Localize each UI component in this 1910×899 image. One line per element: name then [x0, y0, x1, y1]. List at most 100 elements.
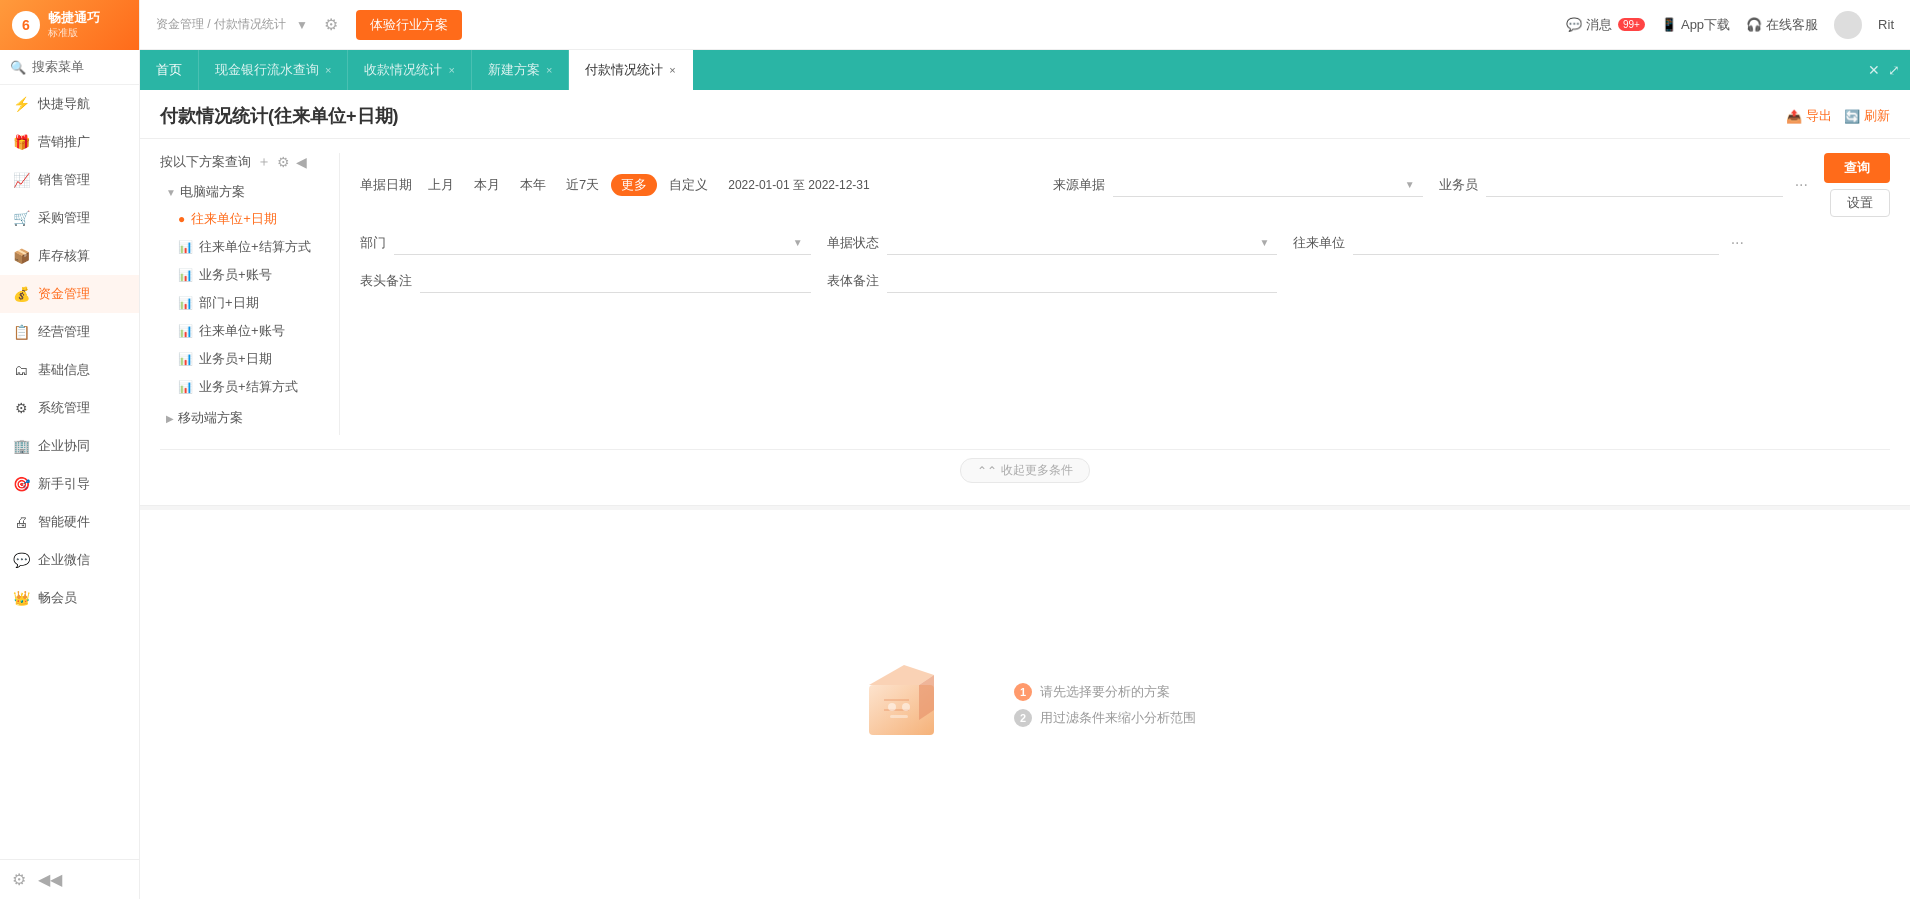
basic-info-icon: 🗂 [12, 361, 30, 379]
more-btn[interactable]: 更多 [611, 174, 657, 196]
sidebar-item-hardware[interactable]: 🖨 智能硬件 [0, 503, 139, 541]
capital-icon: 💰 [12, 285, 30, 303]
scheme-settings-icon[interactable]: ⚙ [277, 154, 290, 170]
export-btn[interactable]: 📤 导出 [1786, 107, 1832, 125]
service-icon: 🎧 [1746, 17, 1762, 32]
dept-select[interactable]: ▼ [394, 231, 811, 255]
salesman-dots[interactable]: ··· [1795, 176, 1808, 194]
app-download-btn[interactable]: 📱 App下载 [1661, 16, 1730, 34]
scheme-item-partner-account[interactable]: 📊 往来单位+账号 [170, 317, 329, 345]
online-service-btn[interactable]: 🎧 在线客服 [1746, 16, 1818, 34]
sidebar-item-purchase[interactable]: 🛒 采购管理 [0, 199, 139, 237]
doc-status-select[interactable]: ▼ [887, 231, 1278, 255]
collapse-sidebar-icon[interactable]: ◀◀ [38, 870, 62, 889]
sidebar-item-operations[interactable]: 📋 经营管理 [0, 313, 139, 351]
scheme-item-salesman-settle[interactable]: 📊 业务员+结算方式 [170, 373, 329, 401]
scheme-item-salesman-account[interactable]: 📊 业务员+账号 [170, 261, 329, 289]
tab-new-scheme-close[interactable]: × [546, 64, 552, 76]
purchase-icon: 🛒 [12, 209, 30, 227]
sidebar-bottom: ⚙ ◀◀ [0, 859, 139, 899]
this-month-btn[interactable]: 本月 [466, 174, 508, 196]
partner-input[interactable] [1353, 231, 1718, 255]
user-avatar[interactable] [1834, 11, 1862, 39]
export-icon: 📤 [1786, 109, 1802, 124]
this-year-btn[interactable]: 本年 [512, 174, 554, 196]
filter-settings-btn[interactable]: 设置 [1830, 189, 1890, 217]
svg-point-5 [888, 703, 896, 711]
system-icon: ⚙ [12, 399, 30, 417]
close-all-tabs-icon[interactable]: ✕ [1868, 62, 1880, 78]
sidebar-item-guide[interactable]: 🎯 新手引导 [0, 465, 139, 503]
sales-icon: 📈 [12, 171, 30, 189]
logo-icon: 6 [12, 11, 40, 39]
sidebar-item-marketing[interactable]: 🎁 营销推广 [0, 123, 139, 161]
empty-texts: 1 请先选择要分析的方案 2 用过滤条件来缩小分析范围 [1014, 683, 1196, 727]
scheme-item-dept-date[interactable]: 📊 部门+日期 [170, 289, 329, 317]
sidebar-item-system[interactable]: ⚙ 系统管理 [0, 389, 139, 427]
sidebar-item-enterprise[interactable]: 🏢 企业协同 [0, 427, 139, 465]
add-scheme-icon[interactable]: ＋ [257, 153, 271, 171]
scheme-chart-icon-6: 📊 [178, 380, 193, 394]
source-select[interactable]: ▼ [1113, 173, 1422, 197]
trial-btn[interactable]: 体验行业方案 [356, 10, 462, 40]
custom-btn[interactable]: 自定义 [661, 174, 716, 196]
sidebar-header: 6 畅捷通巧 标准版 [0, 0, 139, 50]
search-menu[interactable]: 🔍 搜索菜单 [0, 50, 139, 85]
tab-payment-stats[interactable]: 付款情况统计 × [569, 50, 692, 90]
sidebar-item-quick-nav[interactable]: ⚡ 快捷导航 [0, 85, 139, 123]
date-buttons: 上月 本月 本年 近7天 更多 自定义 [420, 174, 716, 196]
body-note-input[interactable] [887, 269, 1278, 293]
refresh-icon: 🔄 [1844, 109, 1860, 124]
logo-text: 畅捷通巧 标准版 [48, 10, 100, 40]
sidebar-item-wechat[interactable]: 💬 企业微信 [0, 541, 139, 579]
sidebar-item-basic-info[interactable]: 🗂 基础信息 [0, 351, 139, 389]
sidebar-item-inventory[interactable]: 📦 库存核算 [0, 237, 139, 275]
tab-new-scheme-label: 新建方案 [488, 61, 540, 79]
scheme-collapse-icon[interactable]: ◀ [296, 154, 307, 170]
page-content: 付款情况统计(往来单位+日期) 📤 导出 🔄 刷新 按以下方案查询 [140, 90, 1910, 899]
sidebar-item-capital[interactable]: 💰 资金管理 [0, 275, 139, 313]
scheme-item-partner-settle[interactable]: 📊 往来单位+结算方式 [170, 233, 329, 261]
tab-payment-stats-close[interactable]: × [669, 64, 675, 76]
settings-bottom-icon[interactable]: ⚙ [12, 870, 26, 889]
message-btn[interactable]: 💬 消息 99+ [1566, 16, 1645, 34]
scheme-active-icon: ● [178, 212, 185, 226]
sidebar-item-member[interactable]: 👑 畅会员 [0, 579, 139, 617]
partner-dots[interactable]: ··· [1731, 234, 1744, 252]
last-7-btn[interactable]: 近7天 [558, 174, 607, 196]
operations-icon: 📋 [12, 323, 30, 341]
desktop-arrow-icon: ▼ [166, 187, 176, 198]
collapse-bar[interactable]: ⌃⌃ 收起更多条件 [160, 449, 1890, 491]
source-label: 来源单据 [1053, 176, 1105, 194]
tab-receipt-stats-close[interactable]: × [448, 64, 454, 76]
user-name: Rit [1878, 17, 1894, 32]
scheme-item-partner-date[interactable]: ● 往来单位+日期 [170, 205, 329, 233]
filter-group-dept: 部门 ▼ [360, 231, 811, 255]
tab-bank-flow-close[interactable]: × [325, 64, 331, 76]
tabbar: 首页 现金银行流水查询 × 收款情况统计 × 新建方案 × 付款情况统计 × ✕… [140, 50, 1910, 90]
filter-group-salesman: 业务员 ··· [1439, 173, 1808, 197]
topbar-settings-icon[interactable]: ⚙ [324, 15, 338, 34]
collapse-btn[interactable]: ⌃⌃ 收起更多条件 [960, 458, 1090, 483]
scheme-group-mobile-label[interactable]: ▶ 移动端方案 [160, 405, 329, 431]
scheme-group-desktop-label[interactable]: ▼ 电脑端方案 [160, 179, 329, 205]
tab-home[interactable]: 首页 [140, 50, 199, 90]
salesman-input[interactable] [1486, 173, 1783, 197]
empty-hint-1: 1 请先选择要分析的方案 [1014, 683, 1170, 701]
header-note-label: 表头备注 [360, 272, 412, 290]
sidebar-item-sales[interactable]: 📈 销售管理 [0, 161, 139, 199]
salesman-label: 业务员 [1439, 176, 1478, 194]
query-btn[interactable]: 查询 [1824, 153, 1890, 183]
last-month-btn[interactable]: 上月 [420, 174, 462, 196]
tab-payment-stats-label: 付款情况统计 [585, 61, 663, 79]
maximize-icon[interactable]: ⤢ [1888, 62, 1900, 78]
scheme-item-salesman-date[interactable]: 📊 业务员+日期 [170, 345, 329, 373]
filter-row-2: 部门 ▼ 单据状态 ▼ [360, 231, 1890, 255]
inventory-icon: 📦 [12, 247, 30, 265]
header-note-input[interactable] [420, 269, 811, 293]
tab-new-scheme[interactable]: 新建方案 × [472, 50, 569, 90]
tab-receipt-stats[interactable]: 收款情况统计 × [348, 50, 471, 90]
tab-bank-flow[interactable]: 现金银行流水查询 × [199, 50, 348, 90]
refresh-btn[interactable]: 🔄 刷新 [1844, 107, 1890, 125]
breadcrumb-dropdown[interactable]: ▼ [296, 18, 308, 32]
